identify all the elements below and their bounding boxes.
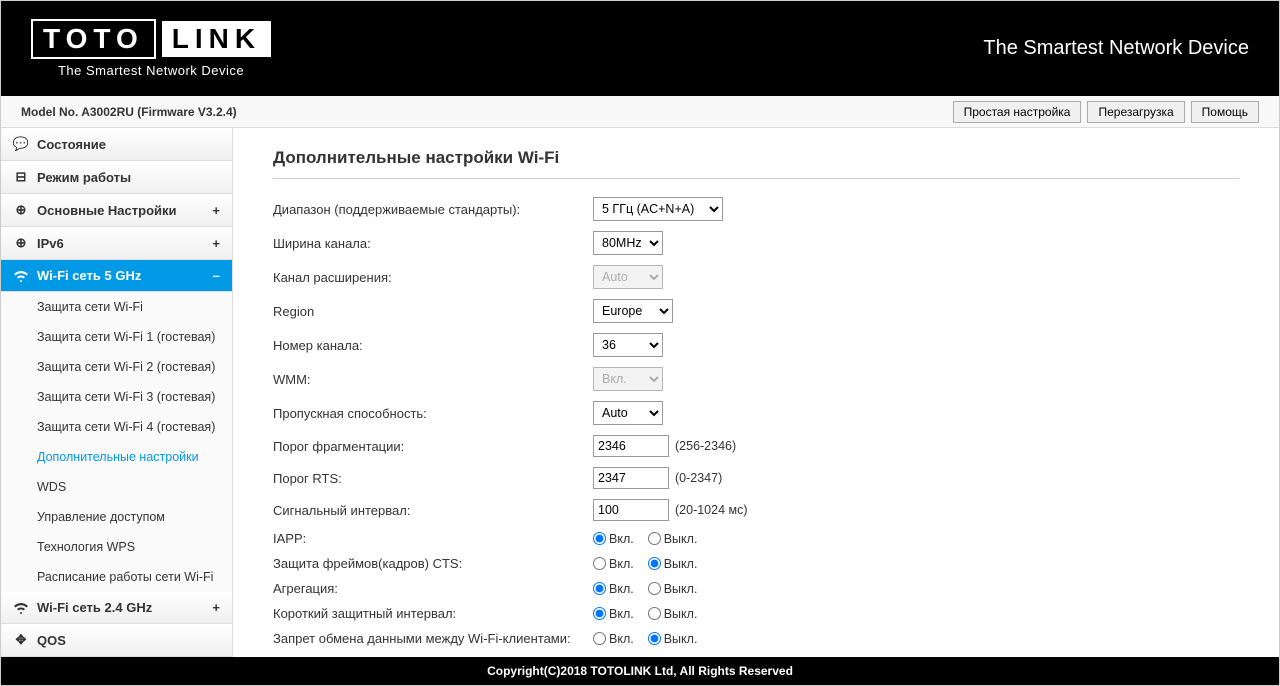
sidebar-item-basic[interactable]: ⊕ Основные Настройки + (1, 194, 232, 227)
beacon-hint: (20-1024 мс) (675, 503, 748, 517)
cts-on[interactable]: Вкл. (593, 557, 634, 571)
opmode-icon: ⊟ (13, 169, 29, 185)
frag-input[interactable] (593, 435, 669, 457)
sidebar-label: Режим работы (37, 170, 131, 185)
aggr-off[interactable]: Выкл. (648, 582, 698, 596)
sidebar-item-ipv6[interactable]: ⊕ IPv6 + (1, 227, 232, 260)
sgi-on[interactable]: Вкл. (593, 607, 634, 621)
sidebar-item-opmode[interactable]: ⊟ Режим работы (1, 161, 232, 194)
wifi-icon (13, 270, 29, 282)
label-region: Region (273, 304, 593, 319)
plus-icon: + (212, 236, 220, 251)
reboot-button[interactable]: Перезагрузка (1087, 101, 1184, 123)
label-beamform: Формирование диаграммы направленности пе… (273, 656, 593, 657)
label-rts: Порог RTS: (273, 471, 593, 486)
label-beacon: Сигнальный интервал: (273, 503, 593, 518)
label-ext: Канал расширения: (273, 270, 593, 285)
sidebar[interactable]: 💬 Состояние ⊟ Режим работы ⊕ Основные На… (1, 128, 233, 657)
frag-hint: (256-2346) (675, 439, 736, 453)
cts-off[interactable]: Выкл. (648, 557, 698, 571)
isolate-off[interactable]: Выкл. (648, 632, 698, 646)
model-info: Model No. A3002RU (Firmware V3.2.4) (21, 105, 237, 119)
plus-icon: + (212, 203, 220, 218)
main-content[interactable]: Дополнительные настройки Wi-Fi Диапазон … (233, 128, 1279, 657)
easy-setup-button[interactable]: Простая настройка (953, 101, 1082, 123)
page-title: Дополнительные настройки Wi-Fi (273, 148, 1239, 179)
label-isolate: Запрет обмена данными между Wi-Fi-клиент… (273, 631, 593, 646)
label-frag: Порог фрагментации: (273, 439, 593, 454)
width-select[interactable]: 80MHz (593, 231, 663, 255)
label-rate: Пропускная способность: (273, 406, 593, 421)
rts-input[interactable] (593, 467, 669, 489)
sidebar-label: Состояние (37, 137, 106, 152)
footer: Copyright(C)2018 TOTOLINK Ltd, All Right… (1, 657, 1279, 685)
header-slogan: The Smartest Network Device (983, 37, 1249, 60)
logo: TOTOLINK The Smartest Network Device (31, 19, 271, 78)
channel-select[interactable]: 36 (593, 333, 663, 357)
sidebar-label: QOS (37, 633, 66, 648)
sidebar-item-status[interactable]: 💬 Состояние (1, 128, 232, 161)
info-bar: Model No. A3002RU (Firmware V3.2.4) Прос… (1, 96, 1279, 128)
ext-select: Auto (593, 265, 663, 289)
sidebar-sub-security1[interactable]: Защита сети Wi-Fi 1 (гостевая) (1, 322, 232, 352)
chat-icon: 💬 (13, 136, 29, 152)
sidebar-sub-security2[interactable]: Защита сети Wi-Fi 2 (гостевая) (1, 352, 232, 382)
region-select[interactable]: Europe (593, 299, 673, 323)
sgi-off[interactable]: Выкл. (648, 607, 698, 621)
sidebar-item-wifi24[interactable]: Wi-Fi сеть 2.4 GHz + (1, 592, 232, 624)
sidebar-sub-wps[interactable]: Технология WPS (1, 532, 232, 562)
label-band: Диапазон (поддерживаемые стандарты): (273, 202, 593, 217)
rts-hint: (0-2347) (675, 471, 722, 485)
qos-icon: ✥ (13, 632, 29, 648)
minus-icon: – (213, 268, 220, 283)
label-channel: Номер канала: (273, 338, 593, 353)
sidebar-sub-security[interactable]: Защита сети Wi-Fi (1, 292, 232, 322)
sidebar-sub-security3[interactable]: Защита сети Wi-Fi 3 (гостевая) (1, 382, 232, 412)
globe-icon: ⊕ (13, 235, 29, 251)
label-wmm: WMM: (273, 372, 593, 387)
iapp-off[interactable]: Выкл. (648, 532, 698, 546)
sidebar-label: Wi-Fi сеть 2.4 GHz (37, 600, 152, 615)
sidebar-sub-wds[interactable]: WDS (1, 472, 232, 502)
label-iapp: IAPP: (273, 531, 593, 546)
header: TOTOLINK The Smartest Network Device The… (1, 1, 1279, 96)
sidebar-item-wifi5[interactable]: Wi-Fi сеть 5 GHz – (1, 260, 232, 292)
aggr-on[interactable]: Вкл. (593, 582, 634, 596)
sidebar-label: Основные Настройки (37, 203, 177, 218)
sidebar-sub-access[interactable]: Управление доступом (1, 502, 232, 532)
label-cts: Защита фреймов(кадров) CTS: (273, 556, 593, 571)
logo-right: LINK (162, 21, 271, 57)
isolate-on[interactable]: Вкл. (593, 632, 634, 646)
logo-tagline: The Smartest Network Device (58, 63, 244, 78)
globe-icon: ⊕ (13, 202, 29, 218)
iapp-on[interactable]: Вкл. (593, 532, 634, 546)
band-select[interactable]: 5 ГГц (AC+N+A) (593, 197, 723, 221)
beacon-input[interactable] (593, 499, 669, 521)
label-width: Ширина канала: (273, 236, 593, 251)
sidebar-label: IPv6 (37, 236, 64, 251)
sidebar-sub-security4[interactable]: Защита сети Wi-Fi 4 (гостевая) (1, 412, 232, 442)
rate-select[interactable]: Auto (593, 401, 663, 425)
label-sgi: Короткий защитный интервал: (273, 606, 593, 621)
label-aggr: Агрегация: (273, 581, 593, 596)
help-button[interactable]: Помощь (1191, 101, 1259, 123)
sidebar-sub-schedule[interactable]: Расписание работы сети Wi-Fi (1, 562, 232, 592)
sidebar-item-qos[interactable]: ✥ QOS (1, 624, 232, 657)
plus-icon: + (212, 600, 220, 615)
wifi-icon (13, 602, 29, 614)
sidebar-label: Wi-Fi сеть 5 GHz (37, 268, 141, 283)
sidebar-sub-advanced[interactable]: Дополнительные настройки (1, 442, 232, 472)
logo-left: TOTO (31, 19, 156, 59)
wmm-select: Вкл. (593, 367, 663, 391)
